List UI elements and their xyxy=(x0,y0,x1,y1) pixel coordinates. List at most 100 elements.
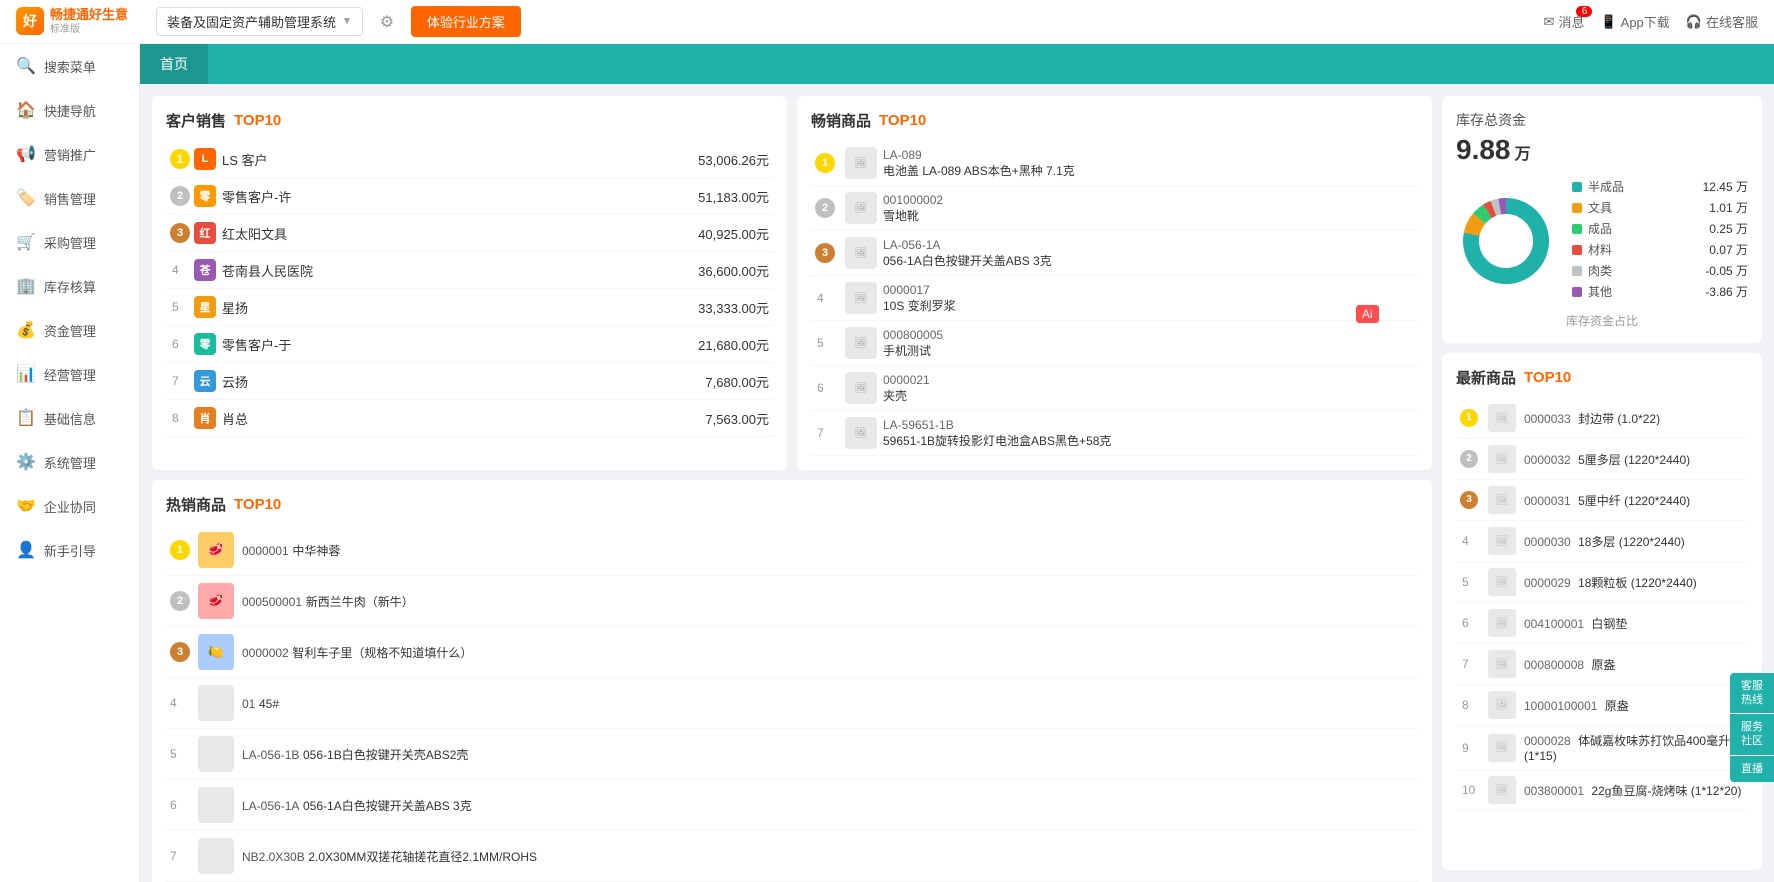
customer-amount: 51,183.00元 xyxy=(698,187,769,206)
product-name: 056-1A白色按键开关盖ABS 3克 xyxy=(883,252,1414,269)
product-info: 000800005 手机测试 xyxy=(883,328,1414,359)
sidebar-item-system[interactable]: ⚙️ 系统管理 xyxy=(0,440,139,484)
product-thumbnail: 🖼 xyxy=(845,147,877,179)
hot-name: 2.0X30MM双搓花轴搓花直径2.1MM/ROHS xyxy=(308,850,537,864)
hot-code: LA-056-1B xyxy=(242,748,299,762)
chart-icon: 📊 xyxy=(16,364,36,384)
np-info: 003800001 22g鱼豆腐-烧烤味 (1*12*20) xyxy=(1524,782,1744,799)
header-center: 装备及固定资产辅助管理系统 ▼ ⚙ 体验行业方案 xyxy=(156,6,1544,37)
bestselling-panel: 畅销商品 TOP10 1 🖼 LA-089 xyxy=(797,96,1432,470)
legend-item: 成品 0.25 万 xyxy=(1572,220,1748,237)
np-thumbnail: 🖼 xyxy=(1488,776,1516,804)
headset-icon: 🎧 xyxy=(1686,14,1702,30)
product-info: 001000002 雪地靴 xyxy=(883,193,1414,224)
np-thumbnail: 🖼 xyxy=(1488,404,1516,432)
logo-title: 畅捷通好生意 xyxy=(50,7,128,24)
sidebar-item-quicknav[interactable]: 🏠 快捷导航 xyxy=(0,88,139,132)
sidebar-item-finance[interactable]: 💰 资金管理 xyxy=(0,308,139,352)
app-download-button[interactable]: 📱 App下载 xyxy=(1600,12,1669,31)
sidebar-item-sales[interactable]: 🏷️ 销售管理 xyxy=(0,176,139,220)
product-thumbnail: 🖼 xyxy=(845,327,877,359)
legend-value: -3.86 万 xyxy=(1705,283,1748,300)
inventory-legend: 半成品 12.45 万 文具 1.01 万 成品 0 xyxy=(1572,178,1748,304)
list-item: 7 NB2.0X30B 2.0X30MM双搓花轴搓花直径2.1MM/ROHS xyxy=(166,831,1418,882)
rank-1: 1 xyxy=(815,153,839,173)
legend-label: 材料 xyxy=(1588,241,1703,258)
new-products-top10: TOP10 xyxy=(1524,369,1571,386)
np-code: 0000030 xyxy=(1524,535,1571,549)
sidebar-label-newuser: 新手引导 xyxy=(44,541,96,560)
customer-amount: 7,563.00元 xyxy=(705,409,769,428)
list-item: 7 🖼 LA-59651-1B 59651-1B旋转投影灯电池盒ABS黑色+58… xyxy=(811,411,1418,456)
sidebar-item-purchase[interactable]: 🛒 采购管理 xyxy=(0,220,139,264)
sidebar-item-operation[interactable]: 📊 经营管理 xyxy=(0,352,139,396)
product-code: LA-59651-1B xyxy=(883,418,1414,432)
customer-amount: 33,333.00元 xyxy=(698,298,769,317)
customer-avatar: 肖 xyxy=(194,407,216,429)
np-name: 封边带 (1.0*22) xyxy=(1578,412,1660,426)
customer-avatar: 星 xyxy=(194,296,216,318)
rank: 7 xyxy=(170,849,190,863)
top-header: 好 畅捷通好生意 标准版 装备及固定资产辅助管理系统 ▼ ⚙ 体验行业方案 ✉ … xyxy=(0,0,1774,44)
legend-label: 半成品 xyxy=(1588,178,1697,195)
hot-product-info: 0000002 智利车子里（规格不知道填什么） xyxy=(242,644,1414,661)
product-code: 0000021 xyxy=(883,373,1414,387)
np-thumbnail: 🖼 xyxy=(1488,445,1516,473)
customer-name: LS 客户 xyxy=(222,150,698,169)
rank-medal-1: 1 xyxy=(170,149,194,169)
legend-label: 文具 xyxy=(1588,199,1703,216)
list-item: 5 LA-056-1B 056-1B白色按键开关壳ABS2壳 xyxy=(166,729,1418,780)
float-community-btn[interactable]: 服务社区 xyxy=(1730,714,1774,755)
sidebar-label-sales: 销售管理 xyxy=(44,189,96,208)
app-label: App下载 xyxy=(1621,12,1670,31)
customer-sales-label: 客户销售 xyxy=(166,110,226,131)
hot-product-thumbnail xyxy=(198,685,234,721)
hot-products-list: 1 🥩 0000001 中华神蓉 2 🥩 xyxy=(166,525,1418,882)
inventory-amount: 9.88 xyxy=(1456,134,1511,165)
product-thumbnail: 🖼 xyxy=(845,282,877,314)
sidebar-item-inventory[interactable]: 🏢 库存核算 xyxy=(0,264,139,308)
rank-5: 5 xyxy=(815,336,839,350)
tab-home[interactable]: 首页 xyxy=(140,44,208,84)
list-item: 8 🖼 10000100001 原盎 xyxy=(1456,685,1748,726)
sidebar-item-cooperation[interactable]: 🤝 企业协同 xyxy=(0,484,139,528)
legend-value: -0.05 万 xyxy=(1705,262,1748,279)
content-area: 首页 客户销售 TOP10 xyxy=(140,44,1774,882)
legend-dot-other xyxy=(1572,287,1582,297)
system-selector[interactable]: 装备及固定资产辅助管理系统 ▼ xyxy=(156,7,363,36)
sidebar-item-newuser[interactable]: 👤 新手引导 xyxy=(0,528,139,572)
sidebar-item-search[interactable]: 🔍 搜索菜单 xyxy=(0,44,139,88)
rank-6: 6 xyxy=(815,381,839,395)
sidebar-label-purchase: 采购管理 xyxy=(44,233,96,252)
sidebar-item-marketing[interactable]: 📢 营销推广 xyxy=(0,132,139,176)
float-live-btn[interactable]: 直播 xyxy=(1730,756,1774,782)
hot-products-title: 热销商品 TOP10 xyxy=(166,494,1418,515)
message-button[interactable]: ✉ 消息 6 xyxy=(1544,12,1585,31)
np-info: 10000100001 原盎 xyxy=(1524,697,1744,714)
np-code: 003800001 xyxy=(1524,784,1584,798)
legend-value: 0.07 万 xyxy=(1709,241,1748,258)
list-item: 10 🖼 003800001 22g鱼豆腐-烧烤味 (1*12*20) xyxy=(1456,770,1748,811)
bestselling-label: 畅销商品 xyxy=(811,110,871,131)
online-service-button[interactable]: 🎧 在线客服 xyxy=(1686,12,1758,31)
float-service-btn[interactable]: 客服热线 xyxy=(1730,673,1774,714)
hot-name: 中华神蓉 xyxy=(292,544,340,558)
np-info: 0000028 体碱嘉枚味苏打饮品400毫升 (1*15) xyxy=(1524,732,1744,763)
inventory-total: 9.88 万 xyxy=(1456,134,1748,166)
message-badge: 6 xyxy=(1576,6,1592,17)
home-icon: 🏠 xyxy=(16,100,36,120)
rank-7: 7 xyxy=(815,426,839,440)
message-icon: ✉ xyxy=(1544,14,1555,30)
rank: 2 xyxy=(170,591,190,611)
product-name: 10S 变刹罗浆 xyxy=(883,297,1414,314)
hot-name: 056-1B白色按键开关壳ABS2壳 xyxy=(303,748,468,762)
table-row: 3 红 红太阳文具 40,925.00元 xyxy=(166,215,773,252)
np-thumbnail: 🖼 xyxy=(1488,568,1516,596)
legend-item: 其他 -3.86 万 xyxy=(1572,283,1748,300)
np-thumbnail: 🖼 xyxy=(1488,691,1516,719)
sidebar-item-basic[interactable]: 📋 基础信息 xyxy=(0,396,139,440)
customer-sales-title: 客户销售 TOP10 xyxy=(166,110,773,131)
np-name: 5厘多层 (1220*2440) xyxy=(1578,453,1690,467)
gear-button[interactable]: ⚙ xyxy=(373,8,401,36)
trial-button[interactable]: 体验行业方案 xyxy=(411,6,521,37)
